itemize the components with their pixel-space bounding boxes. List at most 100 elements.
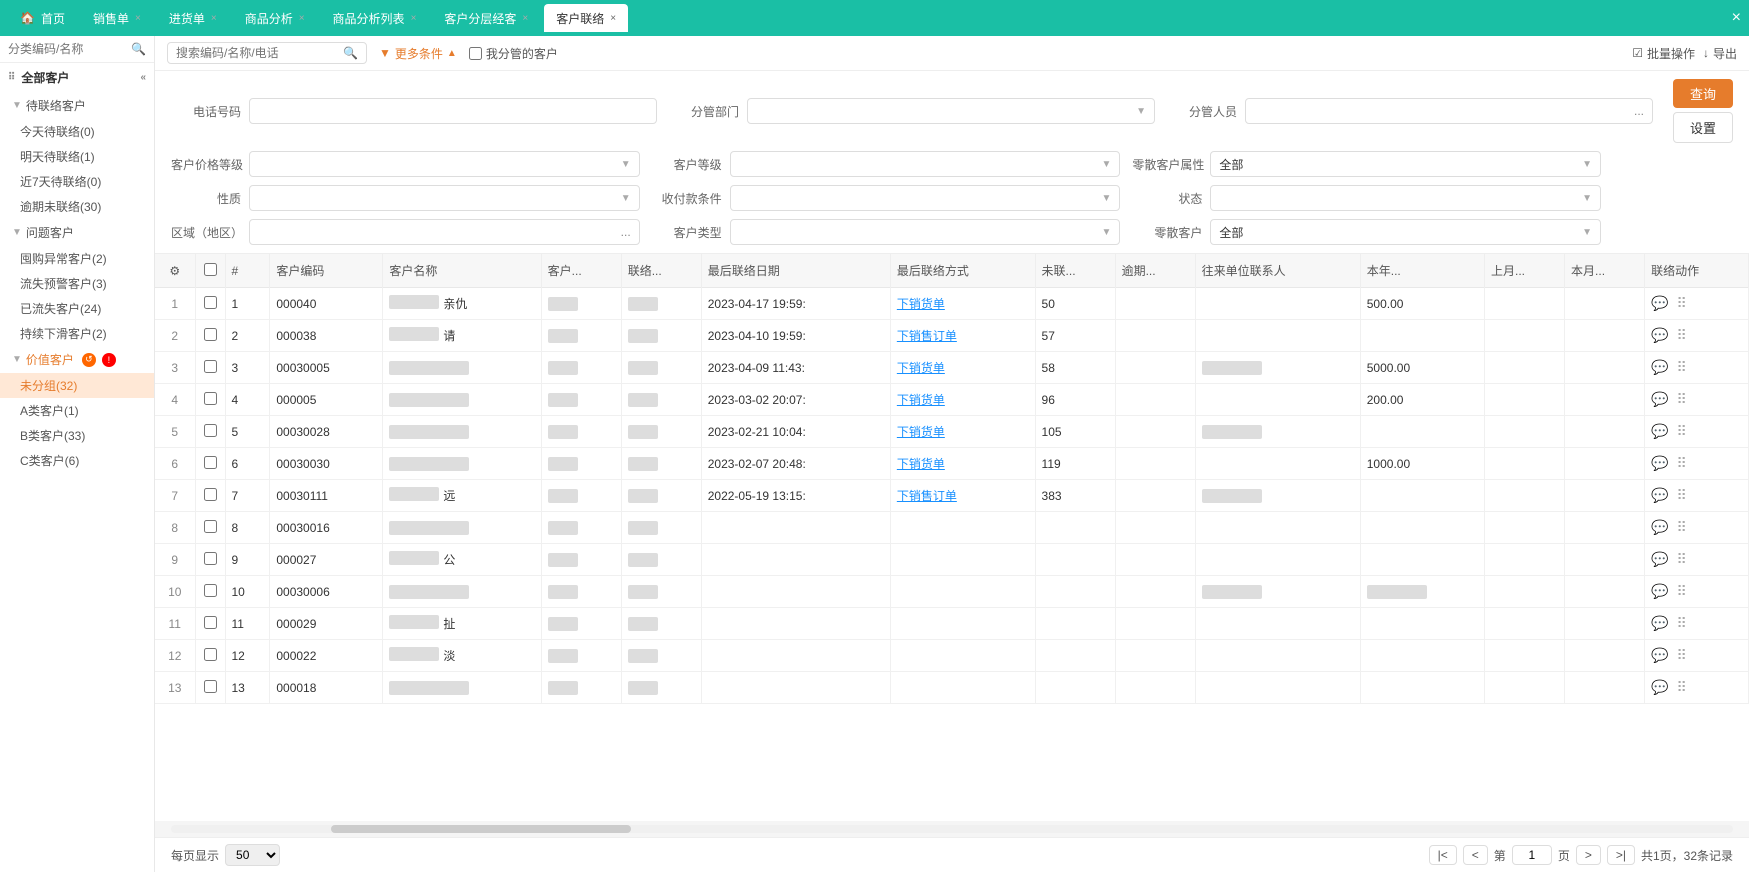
sidebar-item-lost[interactable]: 已流失客户(24) <box>0 296 154 321</box>
filter-search-input[interactable] <box>176 46 339 60</box>
message-icon[interactable]: 💬 <box>1651 583 1668 600</box>
qr-icon[interactable]: ⠿ <box>1677 327 1687 344</box>
all-customers-header[interactable]: ⠿ 全部客户 « <box>0 63 154 92</box>
tab-customer-segment-close[interactable]: × <box>522 13 528 24</box>
contact-method-link[interactable]: 下销售订单 <box>897 329 957 343</box>
tab-customer-contact-close[interactable]: × <box>610 13 616 24</box>
col-settings[interactable]: ⚙ <box>155 254 195 288</box>
next-page-btn[interactable]: > <box>1576 845 1601 865</box>
filter-search-icon[interactable]: 🔍 <box>343 46 358 60</box>
select-all-checkbox[interactable] <box>204 263 217 276</box>
contact-method-link[interactable]: 下销货单 <box>897 425 945 439</box>
row-checkbox[interactable] <box>204 552 217 565</box>
row-checkbox[interactable] <box>204 680 217 693</box>
qr-icon[interactable]: ⠿ <box>1677 359 1687 376</box>
contact-method-link[interactable]: 下销货单 <box>897 457 945 471</box>
region-select[interactable]: ... <box>249 219 640 245</box>
export-btn[interactable]: ↓ 导出 <box>1703 45 1737 62</box>
retail-attr-select[interactable]: 全部 ▼ <box>1210 151 1601 177</box>
row-checkbox[interactable] <box>204 424 217 437</box>
qr-icon[interactable]: ⠿ <box>1677 391 1687 408</box>
sidebar-item-declining[interactable]: 持续下滑客户(2) <box>0 321 154 346</box>
sidebar-search-icon[interactable]: 🔍 <box>131 42 146 56</box>
qr-icon[interactable]: ⠿ <box>1677 551 1687 568</box>
contact-method-link[interactable]: 下销售订单 <box>897 489 957 503</box>
row-checkbox[interactable] <box>204 296 217 309</box>
tab-purchase-close[interactable]: × <box>211 13 217 24</box>
manager-ellipsis[interactable]: ... <box>1634 104 1644 118</box>
sidebar-item-warning[interactable]: 流失预警客户(3) <box>0 271 154 296</box>
qr-icon[interactable]: ⠿ <box>1677 583 1687 600</box>
row-checkbox[interactable] <box>204 488 217 501</box>
row-checkbox[interactable] <box>204 360 217 373</box>
message-icon[interactable]: 💬 <box>1651 519 1668 536</box>
retail-customer-select[interactable]: 全部 ▼ <box>1210 219 1601 245</box>
tab-product-list[interactable]: 商品分析列表 × <box>321 4 429 32</box>
prev-page-btn[interactable]: < <box>1463 845 1488 865</box>
qr-icon[interactable]: ⠿ <box>1677 647 1687 664</box>
page-size-select[interactable]: 50 100 200 <box>225 844 280 866</box>
settings-icon[interactable]: ⚙ <box>169 264 180 278</box>
status-select[interactable]: ▼ <box>1210 185 1601 211</box>
row-checkbox[interactable] <box>204 456 217 469</box>
filter-more-btn[interactable]: ▼ 更多条件 ▲ <box>379 45 457 62</box>
last-page-btn[interactable]: >| <box>1607 845 1635 865</box>
row-checkbox[interactable] <box>204 648 217 661</box>
tab-sales[interactable]: 销售单 × <box>81 4 153 32</box>
sidebar-item-ungroup[interactable]: 未分组(32) <box>0 373 154 398</box>
row-checkbox[interactable] <box>204 392 217 405</box>
row-checkbox[interactable] <box>204 520 217 533</box>
message-icon[interactable]: 💬 <box>1651 551 1668 568</box>
message-icon[interactable]: 💬 <box>1651 359 1668 376</box>
qr-icon[interactable]: ⠿ <box>1677 615 1687 632</box>
contact-method-link[interactable]: 下销货单 <box>897 393 945 407</box>
customer-level-select[interactable]: ▼ <box>730 151 1121 177</box>
sidebar-group-value[interactable]: ▼ 价值客户 ↺ ! <box>0 346 154 373</box>
tab-home[interactable]: 🏠 首页 <box>8 4 77 32</box>
qr-icon[interactable]: ⠿ <box>1677 295 1687 312</box>
message-icon[interactable]: 💬 <box>1651 615 1668 632</box>
collapse-icon[interactable]: « <box>140 72 146 83</box>
customer-type-select[interactable]: ▼ <box>730 219 1121 245</box>
tab-customer-segment[interactable]: 客户分层经客 × <box>432 4 540 32</box>
sidebar-item-c-class[interactable]: C类客户(6) <box>0 448 154 473</box>
tab-product-analysis[interactable]: 商品分析 × <box>233 4 317 32</box>
manager-select[interactable]: ... <box>1245 98 1653 124</box>
tab-customer-contact[interactable]: 客户联络 × <box>544 4 628 32</box>
message-icon[interactable]: 💬 <box>1651 423 1668 440</box>
message-icon[interactable]: 💬 <box>1651 295 1668 312</box>
qr-icon[interactable]: ⠿ <box>1677 455 1687 472</box>
qr-icon[interactable]: ⠿ <box>1677 679 1687 696</box>
message-icon[interactable]: 💬 <box>1651 647 1668 664</box>
message-icon[interactable]: 💬 <box>1651 487 1668 504</box>
message-icon[interactable]: 💬 <box>1651 327 1668 344</box>
sidebar-item-b-class[interactable]: B类客户(33) <box>0 423 154 448</box>
window-close[interactable]: × <box>1732 9 1741 27</box>
phone-input[interactable] <box>249 98 657 124</box>
query-button[interactable]: 查询 <box>1673 79 1733 108</box>
my-customers-checkbox[interactable]: 我分管的客户 <box>469 45 558 62</box>
sidebar-group-problem[interactable]: ▼ 问题客户 <box>0 219 154 246</box>
tab-sales-close[interactable]: × <box>135 13 141 24</box>
sidebar-item-tomorrow[interactable]: 明天待联络(1) <box>0 144 154 169</box>
horizontal-scrollbar[interactable] <box>171 825 1733 833</box>
department-select[interactable]: ▼ <box>747 98 1155 124</box>
message-icon[interactable]: 💬 <box>1651 391 1668 408</box>
qr-icon[interactable]: ⠿ <box>1677 519 1687 536</box>
reset-button[interactable]: 设置 <box>1673 112 1733 143</box>
tab-purchase[interactable]: 进货单 × <box>157 4 229 32</box>
row-checkbox[interactable] <box>204 616 217 629</box>
message-icon[interactable]: 💬 <box>1651 455 1668 472</box>
sidebar-search-input[interactable] <box>8 42 127 56</box>
batch-operation-btn[interactable]: ☑ 批量操作 <box>1632 45 1695 62</box>
price-level-select[interactable]: ▼ <box>249 151 640 177</box>
qr-icon[interactable]: ⠿ <box>1677 487 1687 504</box>
row-checkbox[interactable] <box>204 584 217 597</box>
sidebar-item-7days[interactable]: 近7天待联络(0) <box>0 169 154 194</box>
contact-method-link[interactable]: 下销货单 <box>897 297 945 311</box>
region-ellipsis[interactable]: ... <box>621 225 631 239</box>
sidebar-item-abnormal[interactable]: 囤购异常客户(2) <box>0 246 154 271</box>
sidebar-group-pending[interactable]: ▼ 待联络客户 <box>0 92 154 119</box>
sidebar-item-a-class[interactable]: A类客户(1) <box>0 398 154 423</box>
row-checkbox[interactable] <box>204 328 217 341</box>
